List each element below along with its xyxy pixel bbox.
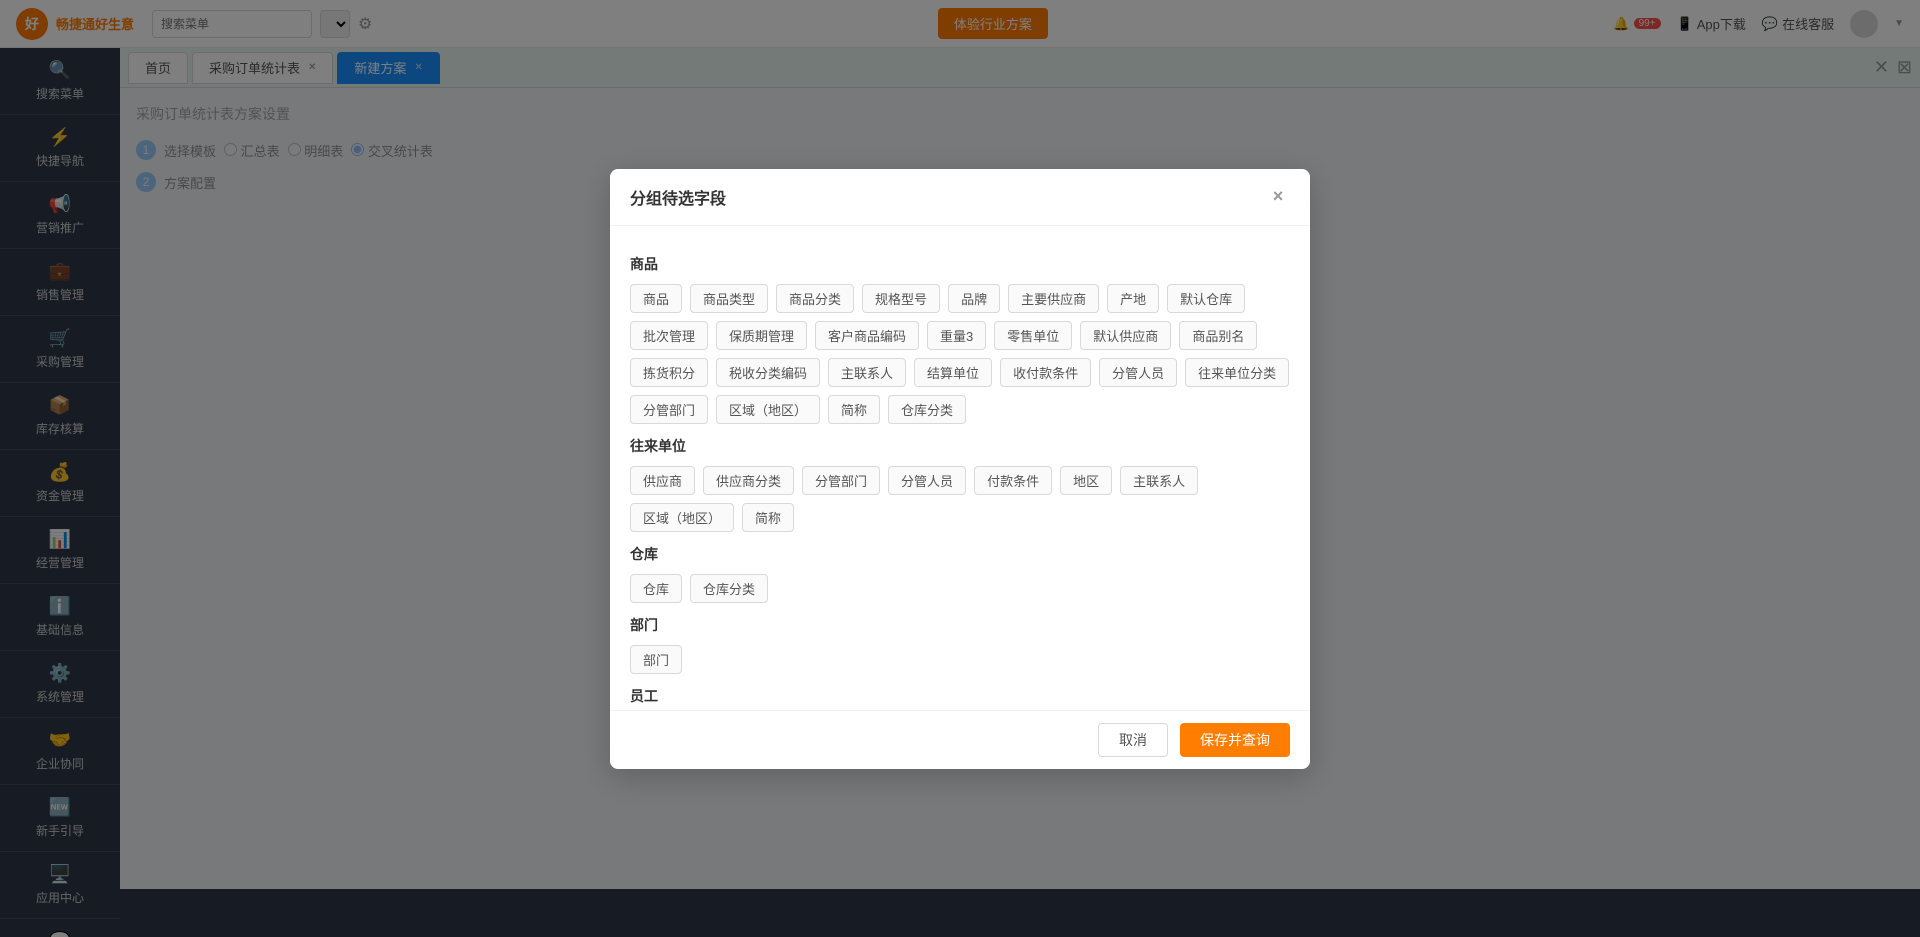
field-tag-supplier-category[interactable]: 供应商分类: [703, 466, 794, 495]
cancel-button[interactable]: 取消: [1098, 723, 1168, 757]
field-tag-area[interactable]: 地区: [1060, 466, 1112, 495]
field-tag-main-contact[interactable]: 主联系人: [828, 358, 906, 387]
field-tag-supplier[interactable]: 供应商: [630, 466, 695, 495]
field-tag-expiry-mgmt[interactable]: 保质期管理: [716, 321, 807, 350]
field-tag-region[interactable]: 区域（地区）: [716, 395, 820, 424]
field-tag-customer-code[interactable]: 客户商品编码: [815, 321, 919, 350]
field-tag-main-supplier[interactable]: 主要供应商: [1008, 284, 1099, 313]
field-tag-dept-partner[interactable]: 分管部门: [802, 466, 880, 495]
field-tag-warehouse[interactable]: 仓库: [630, 574, 682, 603]
section-label-employee: 员工: [630, 686, 1290, 706]
field-tag-warehouse-cat[interactable]: 仓库分类: [690, 574, 768, 603]
field-tag-weight3[interactable]: 重量3: [927, 321, 986, 350]
warehouse-fields-grid: 仓库 仓库分类: [630, 574, 1290, 603]
dept-fields-grid: 部门: [630, 645, 1290, 674]
field-tag-dept-mgmt[interactable]: 分管部门: [630, 395, 708, 424]
field-tag-partner-category[interactable]: 往来单位分类: [1185, 358, 1289, 387]
field-tag-pick-score[interactable]: 拣货积分: [630, 358, 708, 387]
partner-fields-grid: 供应商 供应商分类 分管部门 分管人员 付款条件 地区 主联系人 区域（地区） …: [630, 466, 1290, 532]
field-tag-abbr2[interactable]: 简称: [742, 503, 794, 532]
section-label-product: 商品: [630, 254, 1290, 274]
field-tag-abbr[interactable]: 简称: [828, 395, 880, 424]
field-tag-batch-mgmt[interactable]: 批次管理: [630, 321, 708, 350]
field-tag-spec-model[interactable]: 规格型号: [862, 284, 940, 313]
field-tag-payment-cond[interactable]: 付款条件: [974, 466, 1052, 495]
modal-dialog: 分组待选字段 × 商品 商品 商品类型 商品分类 规格型号 品牌 主要供应商 产…: [610, 169, 1310, 769]
field-tag-product-category[interactable]: 商品分类: [776, 284, 854, 313]
confirm-button[interactable]: 保存并查询: [1180, 723, 1290, 757]
modal-title: 分组待选字段: [630, 185, 726, 209]
modal-close-btn[interactable]: ×: [1266, 185, 1290, 209]
modal-overlay: 分组待选字段 × 商品 商品 商品类型 商品分类 规格型号 品牌 主要供应商 产…: [0, 0, 1920, 937]
field-tag-main-contact2[interactable]: 主联系人: [1120, 466, 1198, 495]
field-tag-brand[interactable]: 品牌: [948, 284, 1000, 313]
section-label-warehouse: 仓库: [630, 544, 1290, 564]
field-tag-product[interactable]: 商品: [630, 284, 682, 313]
field-tag-dept[interactable]: 部门: [630, 645, 682, 674]
field-tag-origin[interactable]: 产地: [1107, 284, 1159, 313]
field-tag-person-partner[interactable]: 分管人员: [888, 466, 966, 495]
field-tag-region2[interactable]: 区域（地区）: [630, 503, 734, 532]
modal-header: 分组待选字段 ×: [610, 169, 1310, 226]
field-tag-product-type[interactable]: 商品类型: [690, 284, 768, 313]
product-fields-grid: 商品 商品类型 商品分类 规格型号 品牌 主要供应商 产地 默认仓库 批次管理 …: [630, 284, 1290, 424]
field-tag-settlement-unit[interactable]: 结算单位: [914, 358, 992, 387]
field-tag-manager[interactable]: 分管人员: [1099, 358, 1177, 387]
modal-footer: 取消 保存并查询: [610, 710, 1310, 769]
section-label-dept: 部门: [630, 615, 1290, 635]
field-tag-tax-code[interactable]: 税收分类编码: [716, 358, 820, 387]
field-tag-product-alias[interactable]: 商品别名: [1179, 321, 1257, 350]
field-tag-warehouse-category[interactable]: 仓库分类: [888, 395, 966, 424]
modal-body: 商品 商品 商品类型 商品分类 规格型号 品牌 主要供应商 产地 默认仓库 批次…: [610, 226, 1310, 710]
field-tag-default-warehouse[interactable]: 默认仓库: [1167, 284, 1245, 313]
field-tag-payment-terms[interactable]: 收付款条件: [1000, 358, 1091, 387]
field-tag-default-supplier[interactable]: 默认供应商: [1080, 321, 1171, 350]
field-tag-retail-unit[interactable]: 零售单位: [994, 321, 1072, 350]
section-label-partner: 往来单位: [630, 436, 1290, 456]
